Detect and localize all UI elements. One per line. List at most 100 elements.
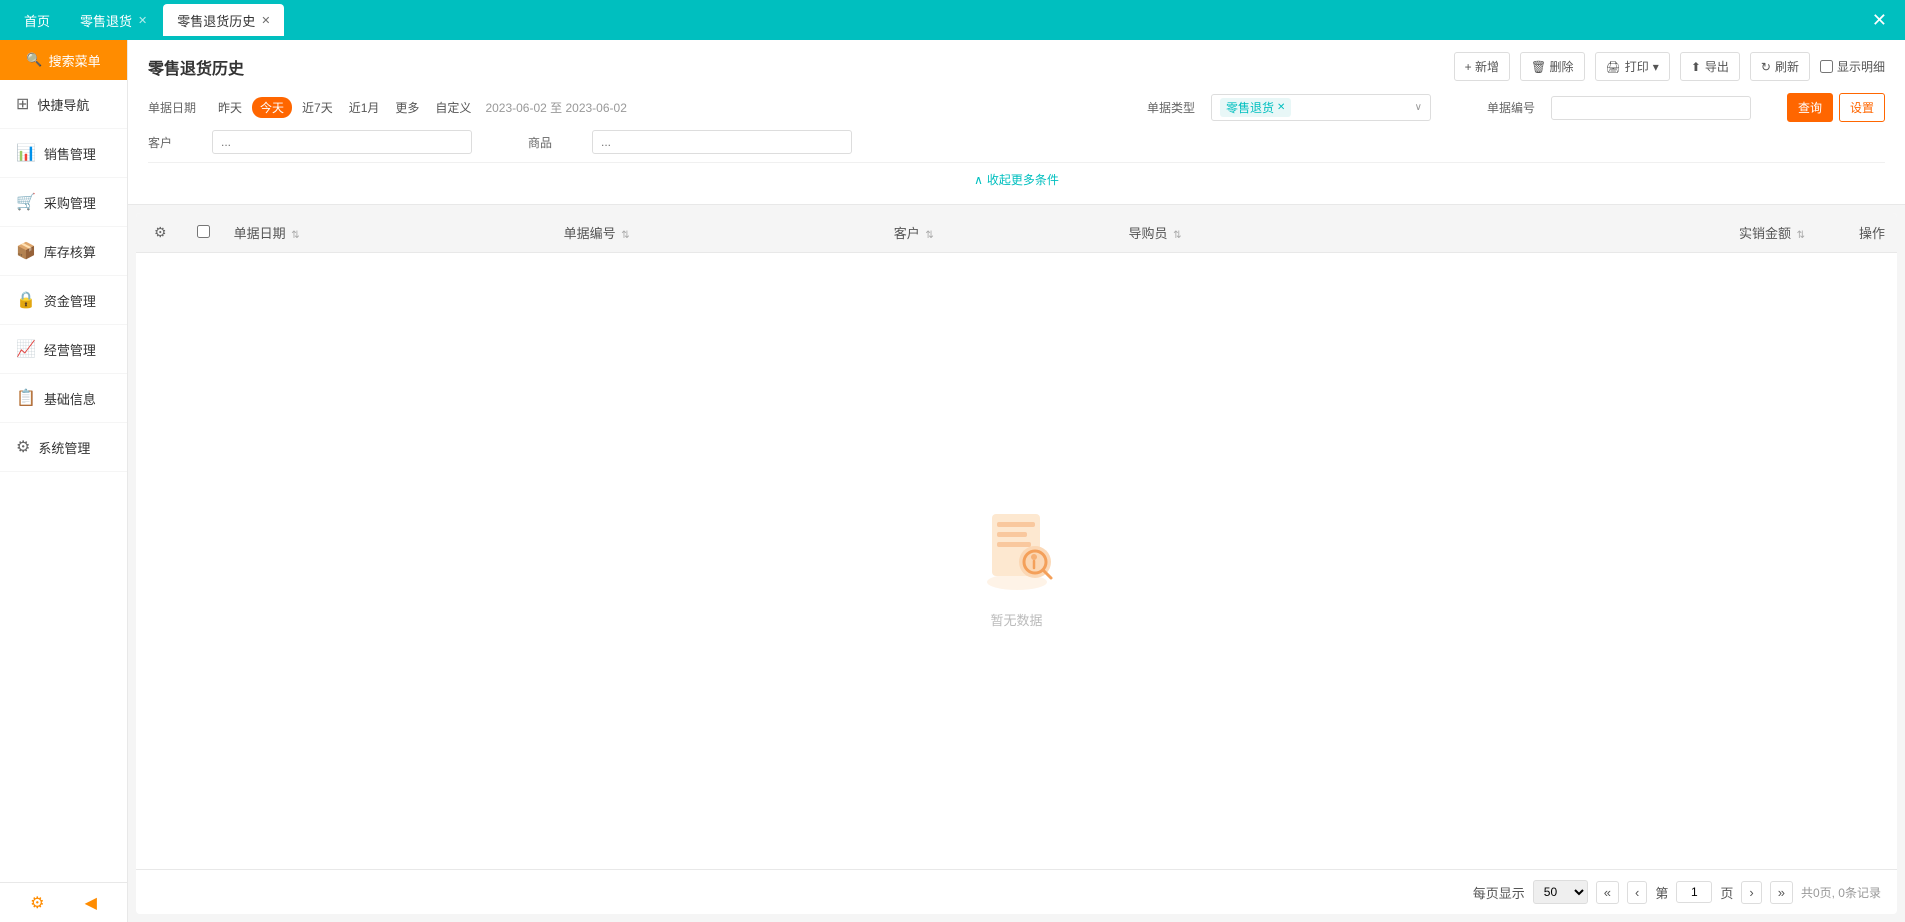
- column-customer-sort[interactable]: ⇅: [925, 230, 933, 241]
- filter-area: 单据日期 昨天 今天 近7天 近1月 更多 自定义 2023-06-02 至 2…: [148, 93, 1885, 196]
- column-actions: 操作: [1817, 213, 1897, 253]
- product-filter-input[interactable]: [592, 130, 852, 154]
- column-guide-label: 导购员: [1128, 226, 1167, 241]
- type-tag-close[interactable]: ✕: [1277, 102, 1285, 113]
- table-settings-icon[interactable]: ⚙: [148, 222, 173, 242]
- basic-info-icon: 📋: [16, 388, 36, 408]
- tab-home[interactable]: 首页: [10, 4, 64, 36]
- date-7days-btn[interactable]: 近7天: [296, 97, 339, 118]
- pagination-bar: 每页显示 50 10 20 100 « ‹ 第 页 › » 共0页, 0条记录: [136, 869, 1897, 914]
- sidebar-item-system-mgmt[interactable]: ⚙ 系统管理: [0, 423, 127, 472]
- sidebar-item-sales-mgmt[interactable]: 📊 销售管理: [0, 129, 127, 178]
- filter-collapse-row: ∧ 收起更多条件: [148, 162, 1885, 196]
- refresh-button[interactable]: ↻ 刷新: [1750, 52, 1810, 81]
- purchase-mgmt-icon: 🛒: [16, 192, 36, 212]
- settings-bottom-icon[interactable]: ⚙: [30, 893, 44, 913]
- sidebar-nav: ⊞ 快捷导航 📊 销售管理 🛒 采购管理 📦 库存核算 🔒 资金管理 📈 经营管…: [0, 80, 127, 882]
- sidebar-label-operations: 经营管理: [44, 340, 96, 359]
- filter-settings-button[interactable]: 设置: [1839, 93, 1885, 122]
- first-page-button[interactable]: «: [1596, 881, 1619, 904]
- collapse-filter-button[interactable]: ∧ 收起更多条件: [974, 167, 1059, 192]
- column-amount-sort[interactable]: ⇅: [1797, 230, 1805, 241]
- per-page-select[interactable]: 50 10 20 100: [1533, 880, 1588, 904]
- tab-close-retail-return[interactable]: ✕: [138, 14, 147, 27]
- date-1month-btn[interactable]: 近1月: [343, 97, 386, 118]
- next-page-button[interactable]: ›: [1741, 881, 1761, 904]
- collapse-icon: ∧: [974, 173, 983, 187]
- prev-page-button[interactable]: ‹: [1627, 881, 1647, 904]
- column-guide-sort[interactable]: ⇅: [1173, 230, 1181, 241]
- query-button[interactable]: 查询: [1787, 93, 1833, 122]
- sidebar-search-button[interactable]: 🔍 搜索菜单: [0, 40, 127, 80]
- export-icon: ⬆: [1691, 60, 1701, 74]
- column-number-sort[interactable]: ⇅: [621, 230, 629, 241]
- sidebar-item-finance[interactable]: 🔒 资金管理: [0, 276, 127, 325]
- sidebar-label-basic-info: 基础信息: [44, 389, 96, 408]
- table-container: ⚙ 单据日期 ⇅ 单据编号 ⇅: [136, 213, 1897, 914]
- sidebar: 🔍 搜索菜单 ⊞ 快捷导航 📊 销售管理 🛒 采购管理 📦 库存核算 🔒 资金管…: [0, 40, 128, 922]
- tab-retail-return-history[interactable]: 零售退货历史✕: [163, 4, 284, 36]
- tab-label: 首页: [24, 11, 50, 30]
- type-tag: 零售退货 ✕: [1220, 98, 1291, 117]
- page-header: 零售退货历史 + 新增 🗑 删除 🖨 打印 ▾ ⬆ 导出 ↻: [128, 40, 1905, 205]
- date-custom-btn[interactable]: 自定义: [429, 97, 477, 118]
- main-layout: 🔍 搜索菜单 ⊞ 快捷导航 📊 销售管理 🛒 采购管理 📦 库存核算 🔒 资金管…: [0, 40, 1905, 922]
- sidebar-label-quick-nav: 快捷导航: [37, 95, 89, 114]
- inventory-icon: 📦: [16, 241, 36, 261]
- close-window-button[interactable]: ✕: [1864, 10, 1895, 31]
- select-all-checkbox[interactable]: [197, 225, 210, 238]
- page-unit: 页: [1720, 883, 1733, 902]
- sidebar-item-basic-info[interactable]: 📋 基础信息: [0, 374, 127, 423]
- sidebar-label-purchase-mgmt: 采购管理: [44, 193, 96, 212]
- customer-filter-group: 客户: [148, 130, 472, 154]
- operations-icon: 📈: [16, 339, 36, 359]
- number-filter-input[interactable]: [1551, 96, 1751, 120]
- column-customer: 客户 ⇅: [882, 213, 1117, 253]
- collapse-label: 收起更多条件: [987, 171, 1059, 188]
- refresh-icon: ↻: [1761, 60, 1771, 74]
- display-detail-toggle[interactable]: 显示明细: [1820, 58, 1885, 75]
- sidebar-item-operations[interactable]: 📈 经营管理: [0, 325, 127, 374]
- column-number: 单据编号 ⇅: [552, 213, 882, 253]
- sidebar-search-label: 搜索菜单: [49, 51, 101, 70]
- tab-close-retail-return-history[interactable]: ✕: [261, 14, 270, 27]
- customer-filter-label: 客户: [148, 134, 204, 151]
- table-header-row: ⚙ 单据日期 ⇅ 单据编号 ⇅: [136, 213, 1897, 253]
- type-select[interactable]: 零售退货 ✕ ∨: [1211, 94, 1431, 121]
- number-filter-label: 单据编号: [1487, 99, 1543, 116]
- sidebar-item-quick-nav[interactable]: ⊞ 快捷导航: [0, 80, 127, 129]
- filter-row-2: 客户 商品: [148, 130, 1885, 154]
- print-icon: 🖨: [1606, 60, 1621, 74]
- toolbar-actions: + 新增 🗑 删除 🖨 打印 ▾ ⬆ 导出 ↻ 刷新: [1454, 52, 1885, 81]
- product-filter-group: 商品: [528, 130, 852, 154]
- page-label: 第: [1655, 883, 1668, 902]
- print-button[interactable]: 🖨 打印 ▾: [1595, 52, 1670, 81]
- column-date-label: 单据日期: [234, 226, 286, 241]
- column-amount-label: 实销金额: [1739, 226, 1791, 241]
- delete-button[interactable]: 🗑 删除: [1520, 52, 1585, 81]
- customer-filter-input[interactable]: [212, 130, 472, 154]
- display-detail-checkbox[interactable]: [1820, 60, 1833, 73]
- page-title-row: 零售退货历史 + 新增 🗑 删除 🖨 打印 ▾ ⬆ 导出 ↻: [148, 52, 1885, 81]
- type-filter-label: 单据类型: [1147, 99, 1203, 116]
- print-label: 打印: [1625, 58, 1649, 75]
- date-yesterday-btn[interactable]: 昨天: [212, 97, 248, 118]
- column-date-sort[interactable]: ⇅: [291, 230, 299, 241]
- top-bar: 首页零售退货✕零售退货历史✕ ✕: [0, 0, 1905, 40]
- data-table: ⚙ 单据日期 ⇅ 单据编号 ⇅: [136, 213, 1897, 253]
- new-button[interactable]: + 新增: [1454, 52, 1510, 81]
- sidebar-item-purchase-mgmt[interactable]: 🛒 采购管理: [0, 178, 127, 227]
- collapse-sidebar-icon[interactable]: ◀: [85, 893, 97, 913]
- export-button[interactable]: ⬆ 导出: [1680, 52, 1740, 81]
- display-detail-label: 显示明细: [1837, 58, 1885, 75]
- date-more-btn[interactable]: 更多: [389, 97, 425, 118]
- sidebar-item-inventory[interactable]: 📦 库存核算: [0, 227, 127, 276]
- sidebar-label-inventory: 库存核算: [44, 242, 96, 261]
- type-filter-group: 单据类型 零售退货 ✕ ∨: [1147, 94, 1431, 121]
- content-area: 零售退货历史 + 新增 🗑 删除 🖨 打印 ▾ ⬆ 导出 ↻: [128, 40, 1905, 922]
- tab-retail-return[interactable]: 零售退货✕: [66, 4, 161, 36]
- page-number-input[interactable]: [1676, 881, 1712, 903]
- page-title: 零售退货历史: [148, 55, 244, 79]
- date-today-btn[interactable]: 今天: [252, 97, 292, 118]
- last-page-button[interactable]: »: [1770, 881, 1793, 904]
